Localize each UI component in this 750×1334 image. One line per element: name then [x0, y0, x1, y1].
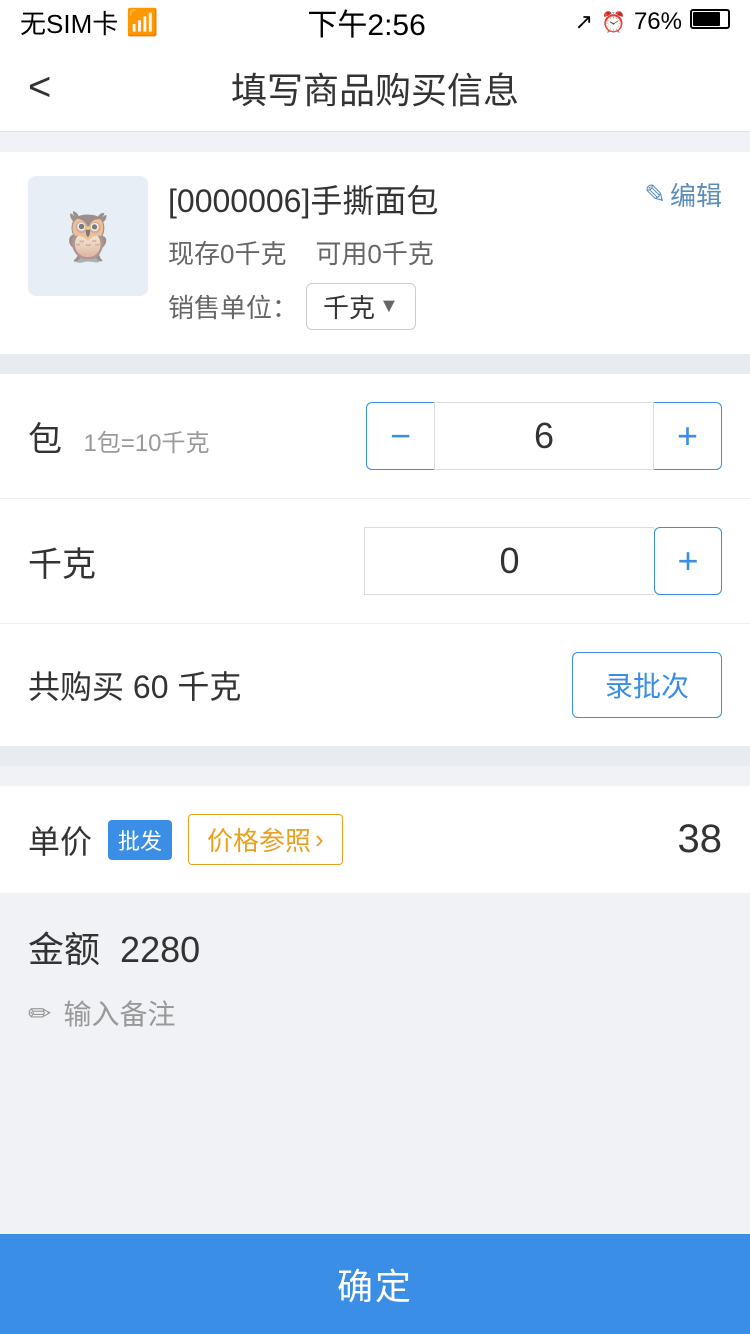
price-section: 单价 批发 价格参照 › 38 — [0, 786, 750, 893]
kg-controls: + — [364, 527, 722, 595]
product-name: [0000006]手撕面包 — [168, 176, 722, 222]
edit-button[interactable]: ✎ 编辑 — [644, 176, 722, 213]
product-stock: 现存0千克 可用0千克 — [168, 234, 722, 271]
bao-minus-button[interactable]: − — [366, 402, 434, 470]
price-label: 单价 — [28, 817, 92, 863]
bao-hint: 1包=10千克 — [83, 430, 209, 457]
price-ref-button[interactable]: 价格参照 › — [188, 814, 343, 865]
unit-select[interactable]: 千克 ▼ — [306, 283, 416, 330]
section-divider-2 — [0, 746, 750, 766]
product-info: [0000006]手撕面包 现存0千克 可用0千克 销售单位： 千克 ▼ — [168, 176, 722, 330]
alarm-icon: ⏰ — [601, 10, 626, 35]
summary-row: 共购买 60 千克 录批次 — [0, 624, 750, 746]
kg-label: 千克 — [28, 537, 364, 586]
edit-icon: ✎ — [644, 179, 666, 210]
status-left: 无SIM卡 📶 — [20, 4, 159, 41]
bao-input[interactable] — [434, 402, 654, 470]
note-row[interactable]: ✏ 输入备注 — [28, 993, 722, 1033]
battery-icon — [690, 8, 730, 36]
summary-text: 共购买 60 千克 — [28, 662, 241, 708]
kg-input-row: 千克 + — [0, 499, 750, 624]
time-label: 下午2:56 — [307, 0, 425, 44]
bottom-spacer — [0, 1049, 750, 1169]
location-icon: ↗ — [575, 9, 593, 35]
note-label: 输入备注 — [63, 993, 175, 1033]
price-ref-label: 价格参照 — [207, 821, 311, 858]
amount-row: 金额 2280 — [28, 921, 722, 973]
product-thumbnail: 🦉 — [28, 176, 148, 296]
bao-label-text: 包 — [28, 421, 62, 459]
section-divider-1 — [0, 354, 750, 374]
amount-value: 2280 — [110, 929, 200, 970]
price-badge: 批发 — [108, 820, 172, 860]
stock-label: 现存0千克 — [168, 239, 286, 269]
unit-value: 千克 — [323, 288, 375, 325]
kg-input[interactable] — [364, 527, 654, 595]
nav-bar: < 填写商品购买信息 — [0, 44, 750, 132]
price-left: 单价 批发 价格参照 › — [28, 814, 343, 865]
bao-plus-button[interactable]: + — [654, 402, 722, 470]
amount-label: 金额 — [28, 929, 100, 970]
bao-input-row: 包 1包=10千克 − + — [0, 374, 750, 499]
product-unit-row: 销售单位： 千克 ▼ — [168, 283, 722, 330]
chevron-down-icon: ▼ — [379, 295, 399, 318]
wifi-icon: 📶 — [126, 7, 158, 38]
pencil-icon: ✏ — [28, 997, 51, 1030]
input-section: 包 1包=10千克 − + 千克 + — [0, 374, 750, 624]
product-logo-icon: 🦉 — [58, 208, 118, 265]
carrier-label: 无SIM卡 — [20, 4, 118, 41]
price-value: 38 — [678, 817, 723, 862]
status-bar: 无SIM卡 📶 下午2:56 ↗ ⏰ 76% — [0, 0, 750, 44]
back-button[interactable]: < — [28, 65, 51, 110]
battery-label: 76% — [634, 8, 682, 36]
available-label: 可用0千克 — [315, 239, 433, 269]
bao-controls: − + — [366, 402, 722, 470]
amount-section: 金额 2280 ✏ 输入备注 — [0, 893, 750, 1049]
product-card: 🦉 [0000006]手撕面包 现存0千克 可用0千克 销售单位： 千克 ▼ ✎… — [0, 152, 750, 354]
batch-button[interactable]: 录批次 — [572, 652, 722, 718]
chevron-right-icon: › — [315, 824, 324, 855]
kg-plus-button[interactable]: + — [654, 527, 722, 595]
kg-label-text: 千克 — [28, 546, 96, 584]
status-right: ↗ ⏰ 76% — [575, 8, 730, 36]
confirm-button[interactable]: 确定 — [0, 1234, 750, 1334]
bao-label: 包 1包=10千克 — [28, 412, 366, 461]
page-title: 填写商品购买信息 — [231, 62, 519, 114]
edit-label: 编辑 — [670, 176, 722, 213]
unit-label: 销售单位： — [168, 288, 298, 325]
